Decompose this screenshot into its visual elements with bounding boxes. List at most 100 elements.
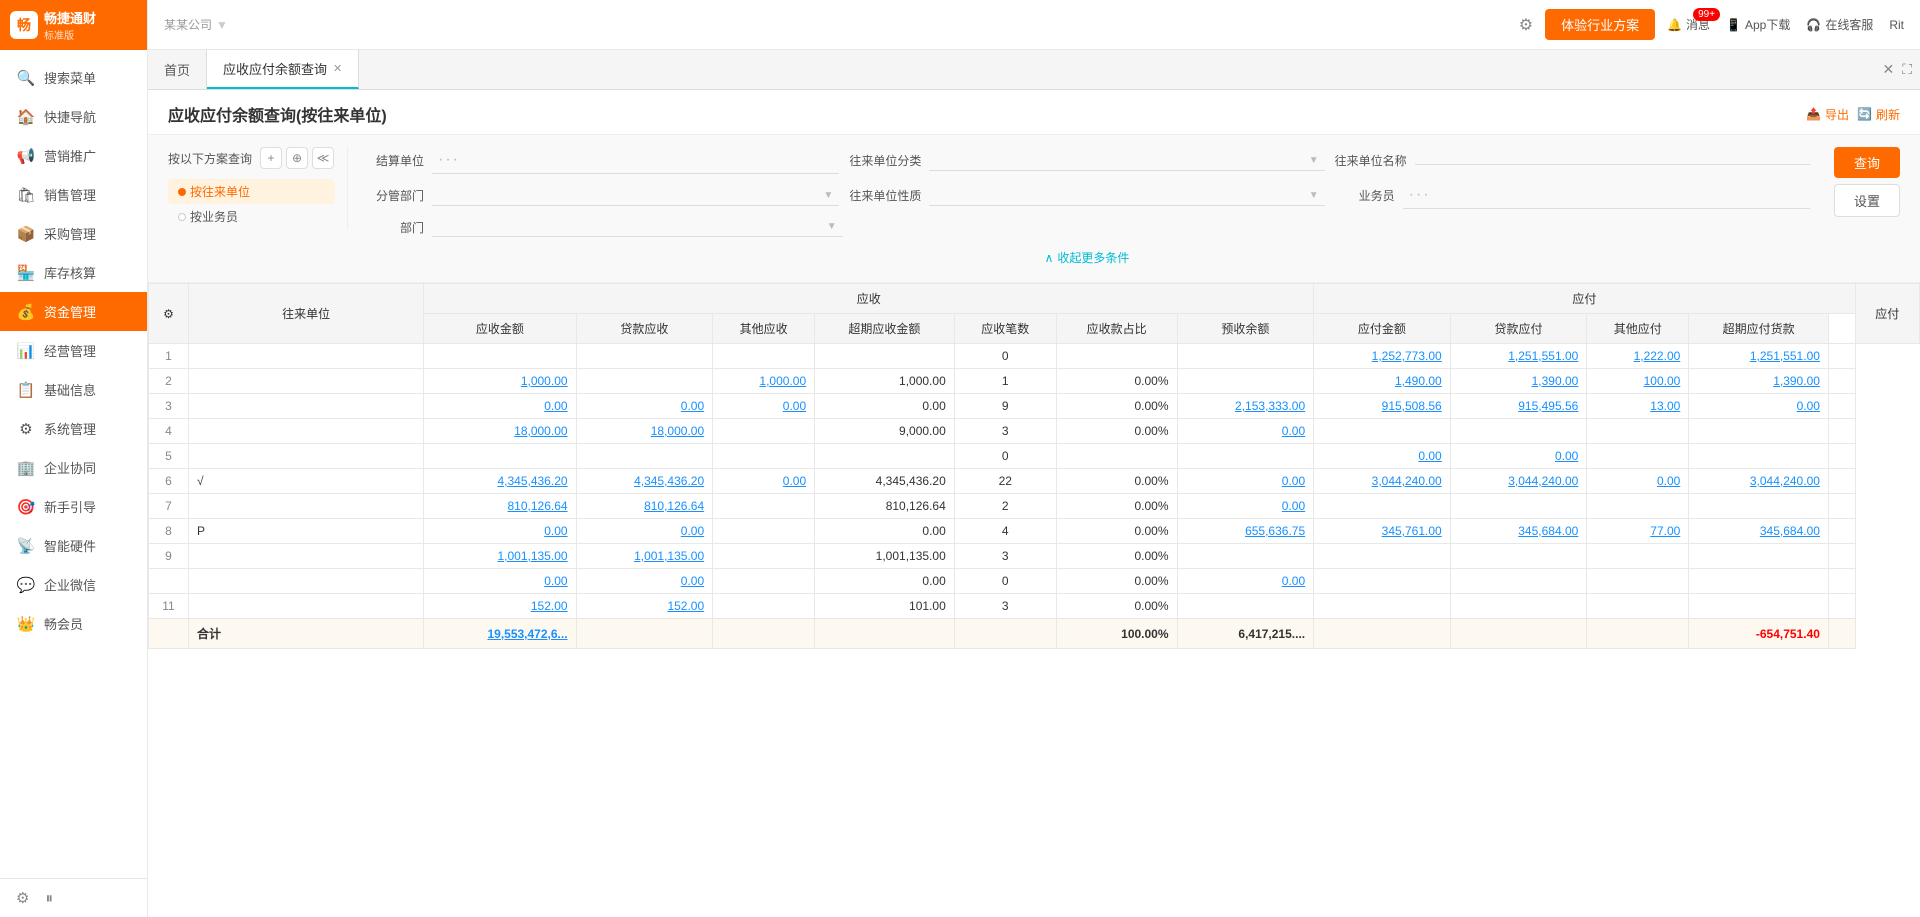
- sidebar-item-search-menu[interactable]: 🔍 搜索菜单: [0, 58, 147, 97]
- collapse-button[interactable]: ∧ 收起更多条件: [364, 245, 1810, 270]
- tab-ar-ap[interactable]: 应收应付余额查询 ✕: [207, 50, 359, 89]
- service-button[interactable]: 🎧 在线客服: [1806, 16, 1873, 33]
- tab-close-icon[interactable]: ✕: [333, 62, 342, 75]
- salesperson-input[interactable]: ···: [1403, 182, 1810, 209]
- export-icon: 📤: [1806, 107, 1821, 121]
- collapse-label: 收起更多条件: [1057, 249, 1129, 266]
- sidebar-collapse-icon[interactable]: ⏸: [45, 890, 53, 907]
- sidebar-item-system[interactable]: ⚙ 系统管理: [0, 409, 147, 448]
- sidebar-item-sales[interactable]: 🛍 销售管理: [0, 175, 147, 214]
- scheme-by-salesperson[interactable]: 按业务员: [168, 204, 335, 229]
- filter-salesperson: 业务员 ···: [1335, 182, 1810, 209]
- sidebar-item-inventory[interactable]: 🏪 库存核算: [0, 253, 147, 292]
- filter-row-2: 分管部门 ▼ 往来单位性质 ▼: [364, 182, 1810, 209]
- partner-nature-label: 往来单位性质: [849, 187, 921, 204]
- sidebar-item-finance[interactable]: 💰 资金管理: [0, 292, 147, 331]
- partner-name-input[interactable]: [1415, 156, 1810, 165]
- filter-row-1: 结算单位 ··· 往来单位分类 ▼: [364, 147, 1810, 174]
- sidebar-item-label: 库存核算: [44, 263, 96, 282]
- sidebar-settings-icon[interactable]: ⚙: [16, 889, 29, 907]
- tab-expand-icon[interactable]: ⛶: [1902, 61, 1912, 78]
- setting-button[interactable]: 设置: [1834, 184, 1900, 217]
- export-button[interactable]: 📤 导出: [1806, 106, 1849, 123]
- inventory-icon: 🏪: [16, 264, 36, 282]
- sidebar-item-label: 搜索菜单: [44, 68, 96, 87]
- filter-scheme-actions: + ⊕ ≪: [260, 147, 334, 169]
- table-row: 6√4,345,436.204,345,436.200.004,345,436.…: [149, 469, 1920, 494]
- salesperson-dots: ···: [1409, 186, 1431, 204]
- collapse-icon: ∧: [1045, 251, 1054, 265]
- data-table: ⚙ 往来单位 应收 应付 应付 应收金额 贷款应收 其他应收 超期应收金额 应收…: [148, 283, 1920, 649]
- scheme-dot2-icon: [178, 213, 186, 221]
- settlement-unit-dots: ···: [438, 151, 460, 169]
- app-download-button[interactable]: 📱 App下载: [1726, 16, 1790, 33]
- header-gear-icon[interactable]: ⚙: [1519, 15, 1533, 35]
- partner-category-arrow-icon: ▼: [1309, 155, 1319, 166]
- col-loan-ap: 贷款应付: [1450, 314, 1587, 344]
- app-label: App下载: [1745, 16, 1790, 33]
- sidebar-item-label: 企业协同: [44, 458, 96, 477]
- refresh-button[interactable]: 🔄 刷新: [1857, 106, 1900, 123]
- scheme-by-partner-label: 按往来单位: [190, 183, 250, 200]
- filter-partner-name: 往来单位名称: [1335, 147, 1810, 174]
- operations-icon: 📊: [16, 342, 36, 360]
- add-scheme-button[interactable]: +: [260, 147, 282, 169]
- collapse-scheme-button[interactable]: ≪: [312, 147, 334, 169]
- system-icon: ⚙: [16, 420, 36, 438]
- col-ar-count: 应收笔数: [954, 314, 1056, 344]
- tab-home-label: 首页: [164, 60, 190, 79]
- footer-ar-ratio: 100.00%: [1056, 619, 1177, 649]
- col-ar-ratio: 应收款占比: [1056, 314, 1177, 344]
- sidebar-item-wechat[interactable]: 💬 企业微信: [0, 565, 147, 604]
- member-icon: 👑: [16, 615, 36, 633]
- user-menu[interactable]: Rit: [1889, 18, 1904, 32]
- service-label: 在线客服: [1825, 16, 1873, 33]
- solution-button[interactable]: 体验行业方案: [1545, 9, 1655, 40]
- query-button[interactable]: 查询: [1834, 147, 1900, 178]
- sidebar-item-purchase[interactable]: 📦 采购管理: [0, 214, 147, 253]
- sidebar-item-enterprise[interactable]: 🏢 企业协同: [0, 448, 147, 487]
- sidebar-item-label: 智能硬件: [44, 536, 96, 555]
- sidebar-item-smart-hw[interactable]: 📡 智能硬件: [0, 526, 147, 565]
- filter-partner-category: 往来单位分类 ▼: [849, 147, 1324, 174]
- enterprise-icon: 🏢: [16, 459, 36, 477]
- sidebar-nav: 🔍 搜索菜单 🏠 快捷导航 📢 营销推广 🛍 销售管理 📦 采购管理 🏪 库存核…: [0, 50, 147, 878]
- scheme-by-partner[interactable]: 按往来单位: [168, 179, 335, 204]
- filter-scheme: 按以下方案查询 + ⊕ ≪: [168, 147, 335, 169]
- dept-manager-input[interactable]: ▼: [432, 186, 839, 206]
- settlement-unit-input[interactable]: ···: [432, 147, 839, 174]
- logo-subtitle: 标准版: [44, 27, 96, 42]
- scheme-dot-icon: [178, 188, 186, 196]
- edit-scheme-button[interactable]: ⊕: [286, 147, 308, 169]
- guide-icon: 🎯: [16, 498, 36, 516]
- sidebar-item-label: 资金管理: [44, 302, 96, 321]
- salesperson-label: 业务员: [1335, 187, 1395, 204]
- partner-nature-input[interactable]: ▼: [929, 186, 1324, 206]
- finance-icon: 💰: [16, 303, 36, 321]
- user-name: Rit: [1889, 18, 1904, 32]
- filter-scheme-label: 按以下方案查询: [168, 150, 252, 167]
- message-button[interactable]: 🔔 消息 99+: [1667, 16, 1710, 33]
- sidebar-item-basic-info[interactable]: 📋 基础信息: [0, 370, 147, 409]
- dept-input[interactable]: ▼: [432, 217, 843, 237]
- tab-close-window-icon[interactable]: ✕: [1882, 61, 1894, 78]
- sales-icon: 🛍: [16, 186, 36, 204]
- col-ar-amount: 应收金额: [424, 314, 576, 344]
- sidebar-item-member[interactable]: 👑 畅会员: [0, 604, 147, 643]
- tabbar: 首页 应收应付余额查询 ✕ ✕ ⛶: [148, 50, 1920, 90]
- table-wrapper[interactable]: ⚙ 往来单位 应收 应付 应付 应收金额 贷款应收 其他应收 超期应收金额 应收…: [148, 283, 1920, 917]
- sidebar-item-operations[interactable]: 📊 经营管理: [0, 331, 147, 370]
- sidebar-item-label: 经营管理: [44, 341, 96, 360]
- partner-category-input[interactable]: ▼: [929, 151, 1324, 171]
- sidebar-item-label: 企业微信: [44, 575, 96, 594]
- sidebar-item-marketing[interactable]: 📢 营销推广: [0, 136, 147, 175]
- table-row: 0.000.000.0000.00%0.00: [149, 569, 1920, 594]
- tab-home[interactable]: 首页: [148, 50, 207, 89]
- sidebar-item-quick-nav[interactable]: 🏠 快捷导航: [0, 97, 147, 136]
- sidebar-item-guide[interactable]: 🎯 新手引导: [0, 487, 147, 526]
- table-row: 101,252,773.001,251,551.001,222.001,251,…: [149, 344, 1920, 369]
- col-settings-icon[interactable]: ⚙: [149, 284, 189, 344]
- marketing-icon: 📢: [16, 147, 36, 165]
- col-group-receivable: 应收: [424, 284, 1314, 314]
- col-ap-rest: 应付: [1855, 284, 1919, 344]
